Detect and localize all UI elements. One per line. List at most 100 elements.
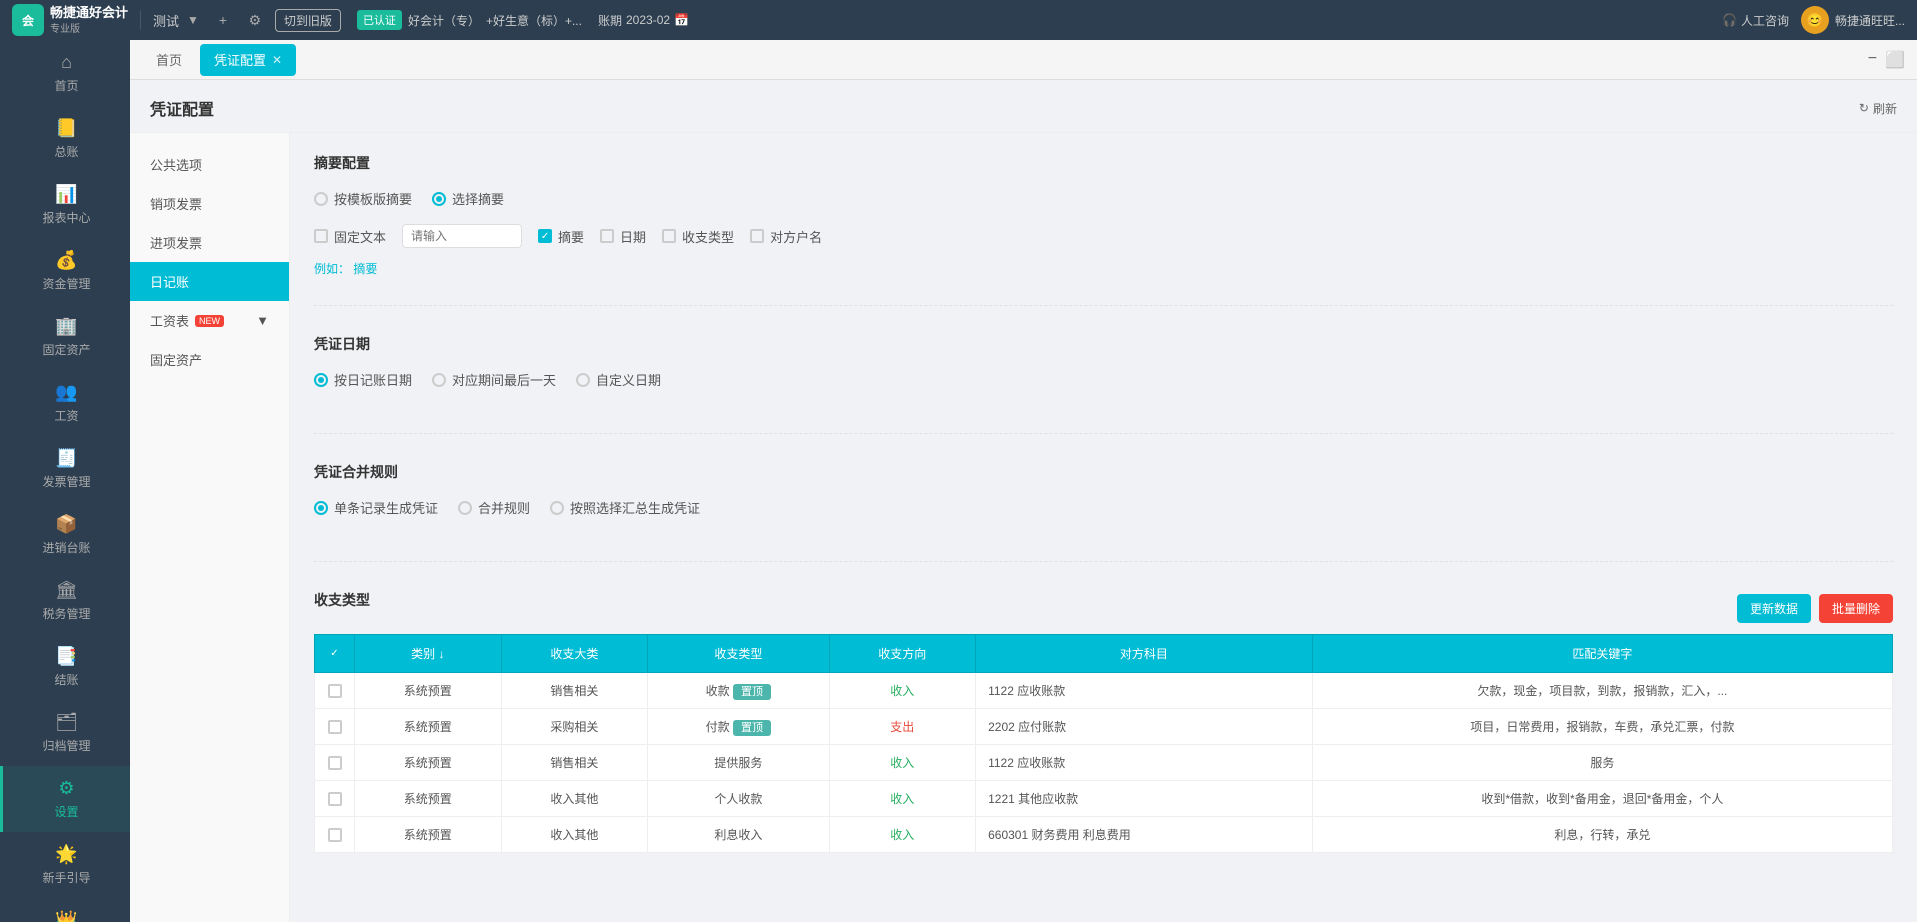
row-checkbox[interactable] [328, 828, 342, 842]
radio-select-label: 选择摘要 [452, 189, 504, 208]
nav-diary[interactable]: 日记账 [130, 262, 289, 301]
radio-merge-circle [458, 501, 472, 515]
sidebar-label-salary: 工资 [54, 407, 78, 424]
nav-purchase-label: 进项发票 [150, 233, 202, 252]
tab-voucher-label: 凭证配置 [214, 50, 266, 69]
row-checkbox[interactable] [328, 756, 342, 770]
nav-fixed-assets[interactable]: 固定资产 [130, 340, 289, 379]
row-checkbox-cell[interactable] [315, 673, 355, 709]
minimize-icon[interactable]: − [1868, 50, 1877, 70]
sidebar-item-tax[interactable]: 🏛 税务管理 [0, 568, 130, 634]
row-type: 付款 置顶 [648, 709, 829, 745]
headset-icon: 🎧 [1722, 13, 1737, 27]
nav-payroll[interactable]: 工资表 NEW ▼ [130, 301, 289, 340]
direction-tag-button[interactable]: 置顶 [733, 684, 771, 700]
settings-icon[interactable]: ⚙ [243, 8, 267, 32]
update-data-button[interactable]: 更新数据 [1737, 594, 1811, 623]
switch-version-button[interactable]: 切到旧版 [275, 9, 341, 32]
fixed-text-input[interactable] [402, 224, 522, 248]
sidebar-item-home[interactable]: ⌂ 首页 [0, 40, 130, 106]
sidebar-item-finance[interactable]: 💰 资金管理 [0, 238, 130, 304]
maximize-icon[interactable]: ⬜ [1885, 50, 1905, 70]
row-account: 2202 应付账款 [976, 709, 1313, 745]
radio-select[interactable]: 选择摘要 [432, 189, 504, 208]
tab-voucher-config[interactable]: 凭证配置 ✕ [200, 44, 296, 76]
th-checkbox[interactable]: ✓ [315, 635, 355, 673]
checkbox-fixed-text-box [314, 229, 328, 243]
sidebar-item-close[interactable]: 📑 结账 [0, 634, 130, 700]
row-checkbox-cell[interactable] [315, 817, 355, 853]
checkbox-summary[interactable]: ✓ 摘要 [538, 227, 584, 246]
sidebar-item-ledger[interactable]: 📒 总账 [0, 106, 130, 172]
sidebar-label-finance: 资金管理 [42, 275, 90, 292]
left-nav: 公共选项 销项发票 进项发票 日记账 工资表 NEW ▼ [130, 133, 290, 922]
row-keywords: 收到*借款，收到*备用金，退回*备用金，个人 [1312, 781, 1892, 817]
sidebar-item-member[interactable]: 👑 畅会员 [0, 898, 130, 922]
radio-diary-date[interactable]: 按日记账日期 [314, 370, 412, 389]
radio-merge-rules[interactable]: 合并规则 [458, 498, 530, 517]
row-checkbox-cell[interactable] [315, 745, 355, 781]
purchase-icon: 📦 [55, 514, 77, 535]
radio-single-record[interactable]: 单条记录生成凭证 [314, 498, 438, 517]
sidebar-item-guide[interactable]: 🌟 新手引导 [0, 832, 130, 898]
refresh-button[interactable]: ↻ 刷新 [1859, 100, 1897, 117]
direction-tag-button[interactable]: 置顶 [733, 720, 771, 736]
nav-sales-invoice[interactable]: 销项发票 [130, 184, 289, 223]
service-label: 人工咨询 [1741, 12, 1789, 29]
tab-close-icon[interactable]: ✕ [272, 53, 282, 67]
company-dropdown-icon[interactable]: ▼ [187, 13, 199, 27]
row-category: 系统预置 [355, 817, 502, 853]
radio-summary-gen[interactable]: 按照选择汇总生成凭证 [550, 498, 700, 517]
add-icon[interactable]: + [211, 8, 235, 32]
radio-period-last[interactable]: 对应期间最后一天 [432, 370, 556, 389]
reports-icon: 📊 [55, 184, 77, 205]
sidebar-item-invoice[interactable]: 🧾 发票管理 [0, 436, 130, 502]
th-keywords: 匹配关键字 [1312, 635, 1892, 673]
nav-public-label: 公共选项 [150, 155, 202, 174]
window-controls: − ⬜ [1868, 50, 1905, 70]
sidebar-item-archive[interactable]: 🗂 归档管理 [0, 700, 130, 766]
service-button[interactable]: 🎧 人工咨询 [1722, 12, 1789, 29]
nav-public[interactable]: 公共选项 [130, 145, 289, 184]
radio-template[interactable]: 按模板版摘要 [314, 189, 412, 208]
radio-custom-date[interactable]: 自定义日期 [576, 370, 661, 389]
row-checkbox-cell[interactable] [315, 709, 355, 745]
row-checkbox-cell[interactable] [315, 781, 355, 817]
row-checkbox[interactable] [328, 720, 342, 734]
tabs-bar: 首页 凭证配置 ✕ − ⬜ [130, 40, 1917, 80]
sidebar-label-purchase: 进销台账 [42, 539, 90, 556]
tab-home[interactable]: 首页 [142, 44, 196, 76]
refresh-label: 刷新 [1873, 100, 1897, 117]
fixed-text-label: 固定文本 [334, 227, 386, 246]
assets-icon: 🏢 [55, 316, 77, 337]
voucher-date-radio-group: 按日记账日期 对应期间最后一天 自定义日期 [314, 370, 1893, 389]
checkbox-date-box [600, 229, 614, 243]
table-row: 系统预置采购相关付款 置顶支出2202 应付账款项目，日常费用，报销款，车费，承… [315, 709, 1893, 745]
sidebar-item-purchase[interactable]: 📦 进销台账 [0, 502, 130, 568]
table-row: 系统预置收入其他利息收入收入660301 财务费用 利息费用利息，行转，承兑 [315, 817, 1893, 853]
radio-summary-gen-label: 按照选择汇总生成凭证 [570, 498, 700, 517]
batch-delete-button[interactable]: 批量删除 [1819, 594, 1893, 623]
row-checkbox[interactable] [328, 684, 342, 698]
toolbar-icons: + ⚙ [211, 8, 267, 32]
radio-single-circle [314, 501, 328, 515]
new-badge: NEW [195, 315, 224, 327]
sidebar-item-settings[interactable]: ⚙ 设置 [0, 766, 130, 832]
radio-diary-date-label: 按日记账日期 [334, 370, 412, 389]
checkbox-type[interactable]: 收支类型 [662, 227, 734, 246]
page-header: 凭证配置 ↻ 刷新 [130, 80, 1917, 133]
select-all-checkbox[interactable]: ✓ [328, 647, 342, 661]
calendar-icon[interactable]: 📅 [674, 13, 689, 27]
sidebar-item-salary[interactable]: 👥 工资 [0, 370, 130, 436]
checkbox-counterpart[interactable]: 对方户名 [750, 227, 822, 246]
row-keywords: 利息，行转，承兑 [1312, 817, 1892, 853]
row-checkbox[interactable] [328, 792, 342, 806]
sidebar-item-reports[interactable]: 📊 报表中心 [0, 172, 130, 238]
table-header: ✓ 类别 ↓ 收支大类 收支类型 [315, 635, 1893, 673]
checkbox-fixed-text[interactable]: 固定文本 [314, 227, 386, 246]
row-account: 1122 应收账款 [976, 673, 1313, 709]
nav-purchase-invoice[interactable]: 进项发票 [130, 223, 289, 262]
user-info[interactable]: 😊 畅捷通旺旺... [1801, 6, 1905, 34]
checkbox-date[interactable]: 日期 [600, 227, 646, 246]
sidebar-item-assets[interactable]: 🏢 固定资产 [0, 304, 130, 370]
